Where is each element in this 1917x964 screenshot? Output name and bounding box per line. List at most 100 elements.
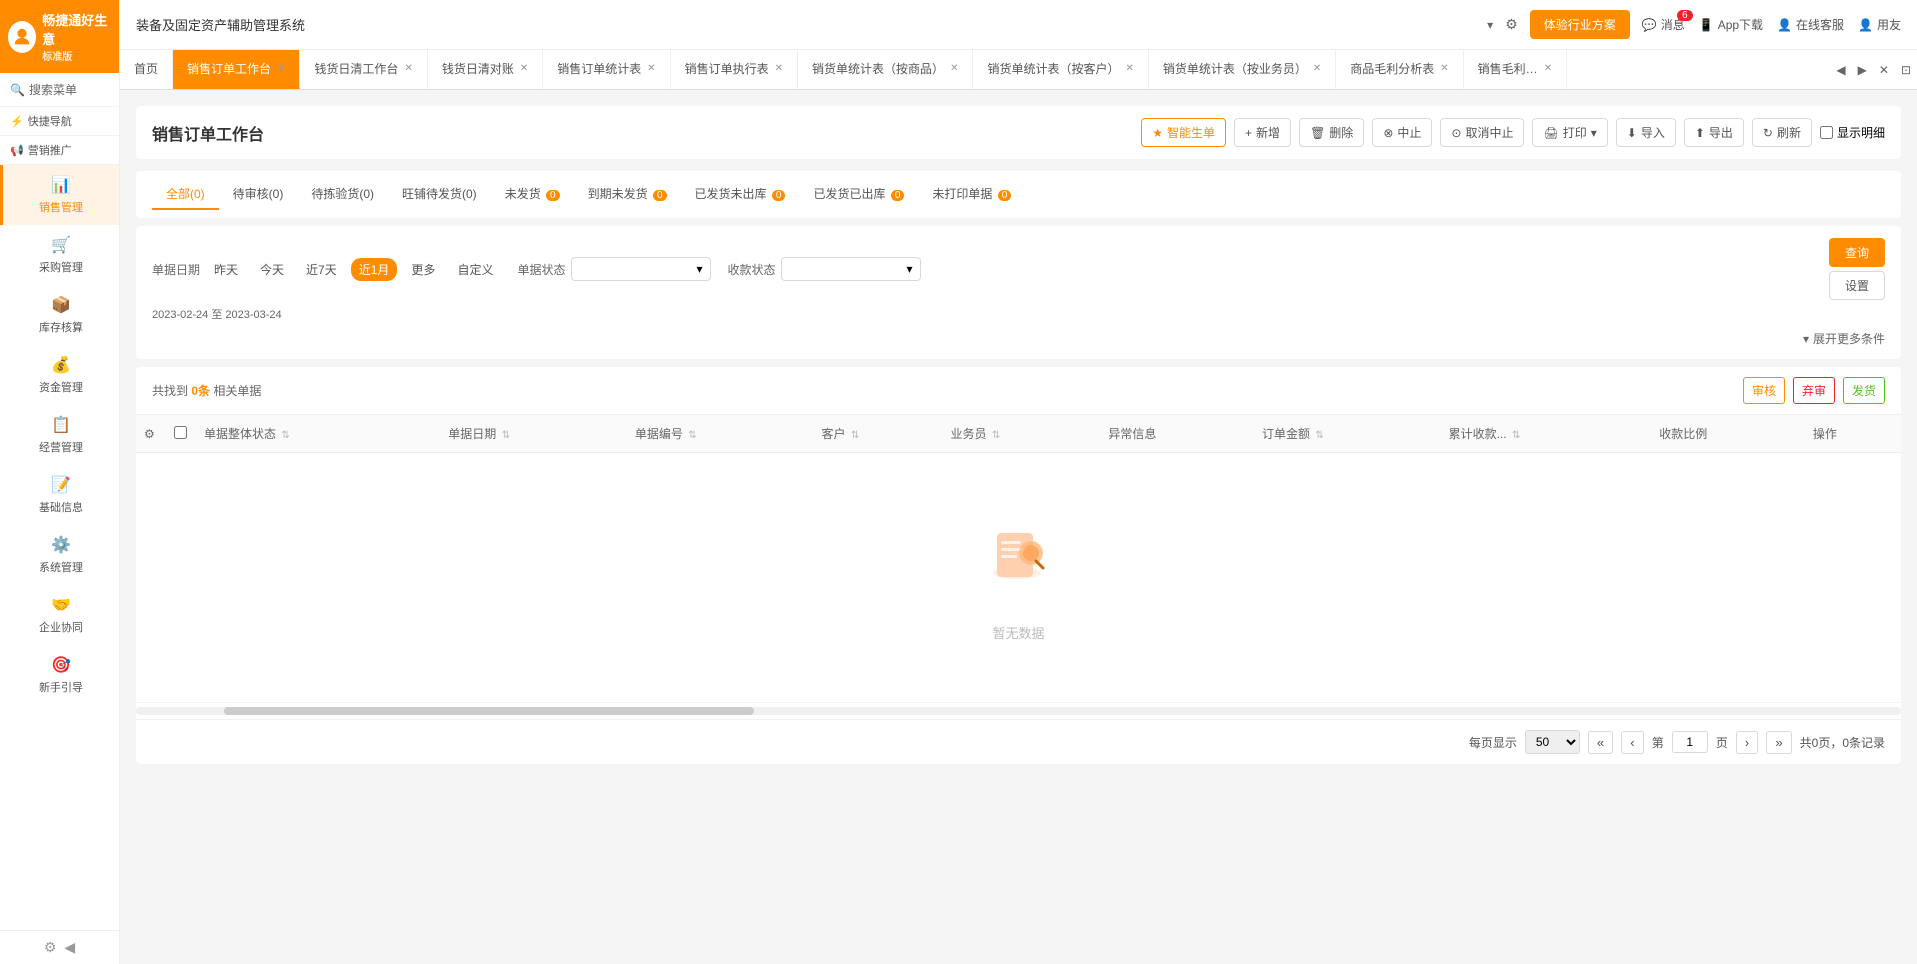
sort-number-icon[interactable]: ⇅ [688,430,696,441]
ship-btn[interactable]: 发货 [1843,377,1885,404]
next-page-btn[interactable]: › [1736,731,1758,754]
filter-tab-shipped-out[interactable]: 已发货已出库 0 [799,179,918,210]
page-size-select[interactable]: 10 20 50 100 [1525,730,1580,754]
sort-cumulative-icon[interactable]: ⇅ [1512,430,1520,441]
smart-create-btn[interactable]: ★ 智能生单 [1141,118,1226,147]
tab-expand[interactable]: ⊡ [1895,55,1917,85]
tab-close-reconcile[interactable]: ✕ [520,63,528,74]
first-page-btn[interactable]: « [1588,731,1613,754]
add-icon: + [1245,126,1252,140]
date-yesterday[interactable]: 昨天 [206,258,246,281]
payment-select[interactable]: ▾ [781,257,921,281]
tab-close-daily[interactable]: ✕ [404,63,412,74]
tab-sales-stats[interactable]: 销售订单统计表 ✕ [543,50,670,89]
tab-profit[interactable]: 商品毛利分析表 ✕ [1336,50,1463,89]
scrollbar-thumb[interactable] [224,707,754,715]
tab-home[interactable]: 首页 [120,50,173,89]
sidebar-item-inventory[interactable]: 📦 库存核算 [0,285,119,345]
search-menu[interactable]: 🔍 搜索菜单 [0,73,119,107]
tab-sales-product[interactable]: 销货单统计表（按商品） ✕ [798,50,973,89]
tab-reconcile[interactable]: 钱货日清对账 ✕ [428,50,543,89]
online-service-btn[interactable]: 👤 在线客服 [1777,16,1844,33]
cancel-audit-btn[interactable]: 弃审 [1793,377,1835,404]
collapse-btn[interactable]: ◀ [64,939,75,956]
tab-close-profit[interactable]: ✕ [1440,63,1448,74]
tab-daily-clear[interactable]: 钱货日清工作台 ✕ [300,50,427,89]
sidebar-item-collab[interactable]: 🤝 企业协同 [0,585,119,645]
page-number-input[interactable] [1672,731,1708,753]
tab-sales-staff[interactable]: 销货单统计表（按业务员） ✕ [1149,50,1336,89]
marketing-item[interactable]: 📢 营销推广 [0,136,119,165]
filter-tab-shipped-not-out[interactable]: 已发货未出库 0 [681,179,800,210]
select-all-checkbox[interactable] [174,426,187,439]
date-today[interactable]: 今天 [252,258,292,281]
query-btn[interactable]: 查询 [1829,238,1885,267]
stop-btn[interactable]: ⊗ 中止 [1372,118,1432,147]
system-dropdown[interactable]: ▾ [1487,18,1493,32]
tab-close-staff[interactable]: ✕ [1313,63,1321,74]
sidebar-item-guide[interactable]: 🎯 新手引导 [0,645,119,705]
settings-icon[interactable]: ⚙ [1505,16,1518,33]
date-1month[interactable]: 近1月 [351,258,398,281]
col-staff: 业务员 ⇅ [943,415,1101,453]
tab-sales-customer[interactable]: 销货单统计表（按客户） ✕ [973,50,1148,89]
sort-customer-icon[interactable]: ⇅ [851,430,859,441]
filter-tab-unshipped[interactable]: 未发货 0 [491,179,574,210]
sidebar-item-purchase[interactable]: 🛒 采购管理 [0,225,119,285]
tab-close-sales-profit[interactable]: ✕ [1544,63,1552,74]
tab-close-exec[interactable]: ✕ [775,63,783,74]
sidebar-item-sales[interactable]: 📊 销售管理 [0,165,119,225]
sort-date-icon[interactable]: ⇅ [502,430,510,441]
audit-btn[interactable]: 审核 [1743,377,1785,404]
tab-close-product[interactable]: ✕ [950,63,958,74]
app-download-btn[interactable]: 📱 App下载 [1699,16,1763,33]
col-checkbox[interactable] [166,415,196,453]
print-btn[interactable]: 🖨 打印 ▾ [1532,118,1607,147]
tab-sales-workbench[interactable]: 销售订单工作台 ✕ [173,50,300,89]
delete-btn[interactable]: 🗑 删除 [1299,118,1364,147]
user-menu[interactable]: 👤 用友 [1858,16,1901,33]
cancel-stop-btn[interactable]: ⊙ 取消中止 [1440,118,1524,147]
sidebar-item-operations[interactable]: 📋 经营管理 [0,405,119,465]
add-btn[interactable]: + 新增 [1234,118,1291,147]
horizontal-scrollbar[interactable] [136,707,1901,715]
sort-status-icon[interactable]: ⇅ [281,430,289,441]
prev-page-btn[interactable]: ‹ [1621,731,1643,754]
set-btn[interactable]: 设置 [1829,271,1885,300]
filter-tab-wangpu[interactable]: 旺铺待发货(0) [388,179,491,210]
import-btn[interactable]: ⬇ 导入 [1616,118,1676,147]
sidebar-item-base[interactable]: 📝 基础信息 [0,465,119,525]
expand-conditions-btn[interactable]: ▾ 展开更多条件 [1803,330,1885,347]
filter-tab-all[interactable]: 全部(0) [152,179,219,210]
tab-scroll-right[interactable]: ▶ [1852,55,1873,85]
last-page-btn[interactable]: » [1766,731,1791,754]
tab-close-all[interactable]: ✕ [1873,55,1895,85]
tab-sales-profit[interactable]: 销售毛利… ✕ [1464,50,1567,89]
tab-close-customer[interactable]: ✕ [1125,63,1133,74]
tab-scroll-left[interactable]: ◀ [1830,55,1851,85]
sidebar-item-system[interactable]: ⚙️ 系统管理 [0,525,119,585]
date-7days[interactable]: 近7天 [298,258,345,281]
message-btn[interactable]: 💬 消息 6 [1642,16,1685,33]
filter-tab-inspect[interactable]: 待拣验货(0) [297,179,388,210]
date-more[interactable]: 更多 [403,258,443,281]
export-btn[interactable]: ⬆ 导出 [1684,118,1744,147]
filter-tab-pending[interactable]: 待审核(0) [219,179,298,210]
quick-nav-item[interactable]: ⚡ 快捷导航 [0,107,119,136]
tab-sales-exec[interactable]: 销售订单执行表 ✕ [671,50,798,89]
col-settings[interactable]: ⚙ [136,415,166,453]
sidebar-item-finance[interactable]: 💰 资金管理 [0,345,119,405]
sort-staff-icon[interactable]: ⇅ [992,430,1000,441]
filter-tab-unprinted[interactable]: 未打印单据 0 [918,179,1025,210]
filter-tab-overdue[interactable]: 到期未发货 0 [574,179,681,210]
tab-close-stats[interactable]: ✕ [647,63,655,74]
tab-close-sales[interactable]: ✕ [277,63,285,74]
settings-bottom-btn[interactable]: ⚙ [44,939,57,956]
date-custom[interactable]: 自定义 [449,258,501,281]
status-select[interactable]: ▾ [571,257,711,281]
show-detail-checkbox[interactable]: 显示明细 [1820,124,1885,141]
sort-amount-icon[interactable]: ⇅ [1315,430,1323,441]
table-count: 共找到 0条 相关单据 [152,382,261,399]
refresh-btn[interactable]: ↻ 刷新 [1752,118,1812,147]
industry-btn[interactable]: 体验行业方案 [1530,10,1630,39]
